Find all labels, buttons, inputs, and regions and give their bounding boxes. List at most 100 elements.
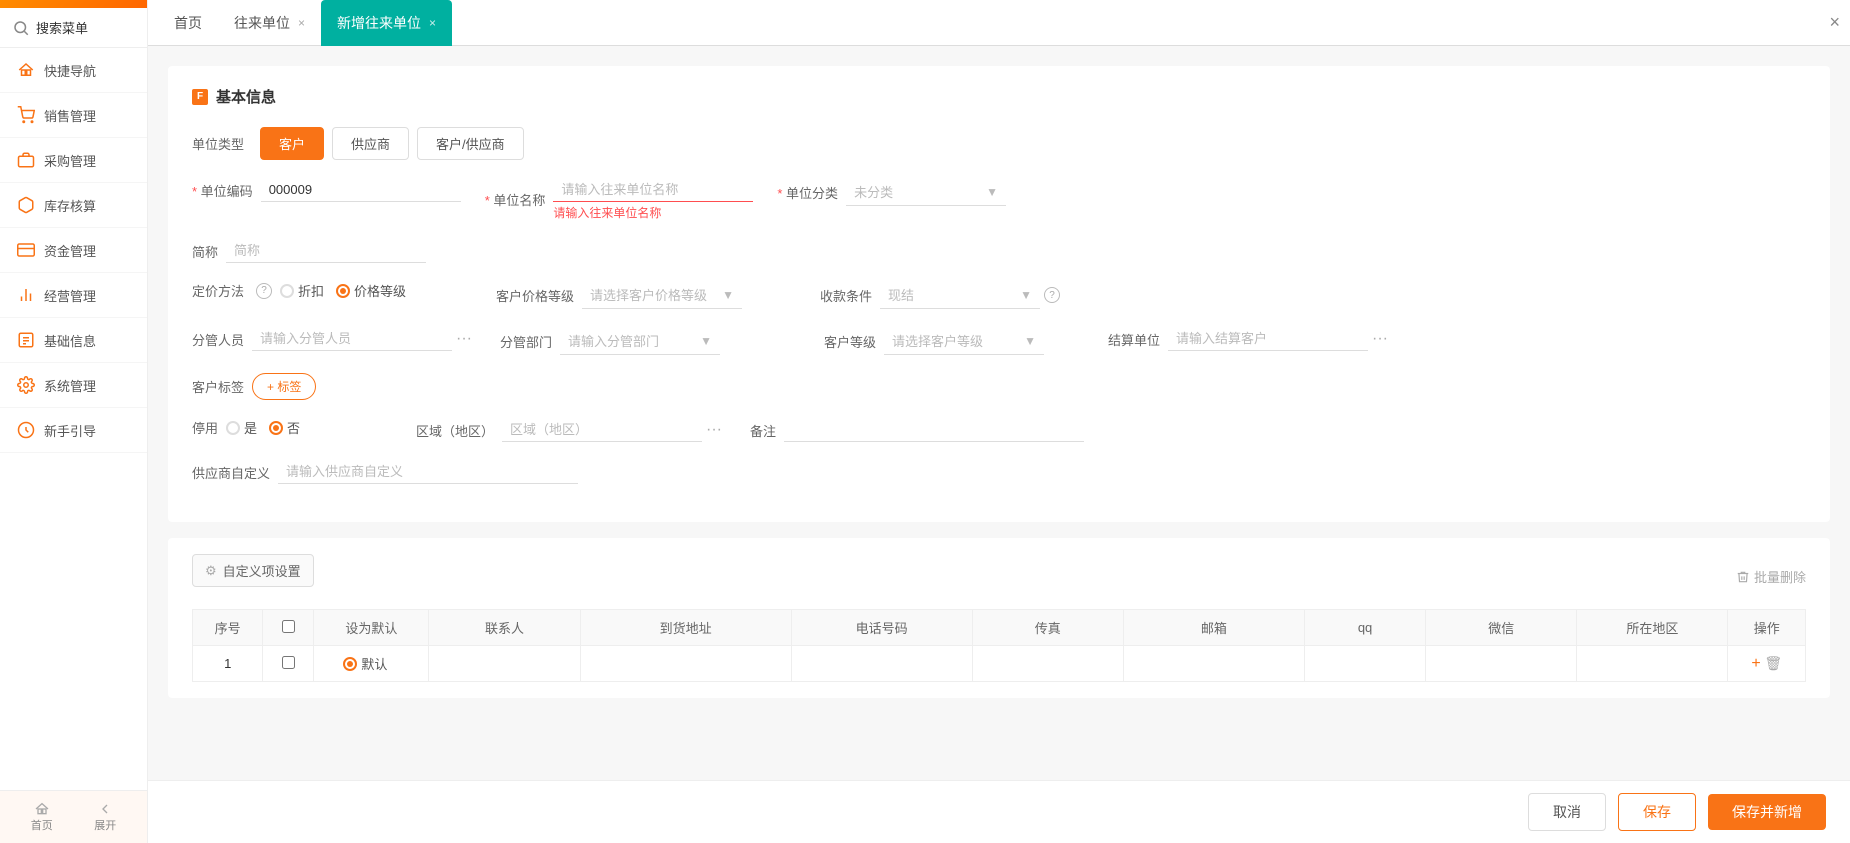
row-region-input[interactable] <box>1612 656 1692 671</box>
name-col: 请输入往来单位名称 <box>553 178 753 221</box>
gear-icon <box>16 375 36 395</box>
disabled-radio-yes[interactable]: 是 <box>226 418 257 437</box>
payment-terms-select[interactable]: 现结 ▼ <box>880 281 1040 309</box>
name-input[interactable] <box>553 178 753 202</box>
tab-partner-list-label: 往来单位 <box>234 13 290 33</box>
search-icon <box>12 19 30 37</box>
manager-dots-btn[interactable]: ··· <box>452 330 476 348</box>
email-input[interactable] <box>1164 656 1264 671</box>
row-region <box>1577 646 1728 682</box>
pricing-help-icon[interactable]: ? <box>256 283 272 299</box>
disabled-radio-no[interactable]: 否 <box>269 418 300 437</box>
short-name-item: 简称 <box>192 239 426 263</box>
tab-bar: 首页 往来单位 × 新增往来单位 × × <box>148 0 1850 46</box>
manager-label: 分管人员 <box>192 330 244 349</box>
sidebar-item-system[interactable]: 系统管理 <box>0 363 147 408</box>
unit-type-customer-btn[interactable]: 客户 <box>260 127 324 160</box>
sidebar-item-sales[interactable]: 销售管理 <box>0 93 147 138</box>
sidebar-item-label: 新手引导 <box>44 421 96 440</box>
tab-bar-close-btn[interactable]: × <box>1829 12 1840 33</box>
tab-new-partner[interactable]: 新增往来单位 × <box>321 0 452 46</box>
sidebar-search-label: 搜索菜单 <box>36 18 88 37</box>
save-button[interactable]: 保存 <box>1618 793 1696 831</box>
cancel-button[interactable]: 取消 <box>1528 793 1606 831</box>
address-input[interactable] <box>626 656 746 671</box>
settlement-input[interactable] <box>1168 327 1368 351</box>
add-tag-btn[interactable]: + 标签 <box>252 373 316 400</box>
pricing-radio-level[interactable]: 价格等级 <box>336 281 406 300</box>
sidebar-top-accent <box>0 0 147 8</box>
payment-terms-item: 收款条件 现结 ▼ ? <box>820 281 1060 309</box>
customer-level-select[interactable]: 请选择客户等级 ▼ <box>884 327 1044 355</box>
sidebar-item-operations[interactable]: 经营管理 <box>0 273 147 318</box>
sidebar-item-label: 资金管理 <box>44 241 96 260</box>
region-input[interactable] <box>502 418 702 442</box>
settlement-dots-btn[interactable]: ··· <box>1368 330 1392 348</box>
qq-input[interactable] <box>1335 656 1395 671</box>
supplier-custom-label: 供应商自定义 <box>192 463 270 482</box>
save-new-button[interactable]: 保存并新增 <box>1708 794 1826 830</box>
section-title: F 基本信息 <box>192 86 1806 107</box>
contact-input[interactable] <box>465 656 545 671</box>
select-all-checkbox[interactable] <box>282 620 295 633</box>
chevron-down-icon: ▼ <box>1024 334 1036 348</box>
short-name-input[interactable] <box>226 239 426 263</box>
phone-input[interactable] <box>832 656 932 671</box>
unit-type-both-btn[interactable]: 客户/供应商 <box>417 127 524 160</box>
sidebar-item-purchase[interactable]: 采购管理 <box>0 138 147 183</box>
basic-info-section: F 基本信息 单位类型 客户 供应商 客户/供应商 单位编码 单位名称 <box>168 66 1830 522</box>
unit-type-supplier-btn[interactable]: 供应商 <box>332 127 409 160</box>
col-region: 所在地区 <box>1577 610 1728 646</box>
code-input[interactable] <box>261 178 461 202</box>
row-contact <box>429 646 580 682</box>
payment-terms-help-icon[interactable]: ? <box>1044 287 1060 303</box>
row-add-btn[interactable]: + <box>1751 655 1760 673</box>
customer-price-select[interactable]: 请选择客户价格等级 ▼ <box>582 281 742 309</box>
region-dots-btn[interactable]: ··· <box>702 421 726 439</box>
wechat-input[interactable] <box>1461 656 1541 671</box>
tags-item: 客户标签 + 标签 <box>192 373 392 400</box>
custom-settings-btn[interactable]: ⚙ 自定义项设置 <box>192 554 314 587</box>
col-fax: 传真 <box>972 610 1123 646</box>
delete-icon <box>1736 570 1750 584</box>
pricing-item: 定价方法 ? 折扣 价格等级 <box>192 281 472 300</box>
content-area: F 基本信息 单位类型 客户 供应商 客户/供应商 单位编码 单位名称 <box>148 46 1850 780</box>
supplier-custom-input[interactable] <box>278 460 578 484</box>
sidebar-item-basic-info[interactable]: 基础信息 <box>0 318 147 363</box>
batch-delete-btn[interactable]: 批量删除 <box>1736 567 1806 586</box>
sidebar-item-inventory[interactable]: 库存核算 <box>0 183 147 228</box>
category-select[interactable]: 未分类 ▼ <box>846 178 1006 206</box>
fax-input[interactable] <box>1008 656 1088 671</box>
table-section: ⚙ 自定义项设置 批量删除 序号 设为默认 联系人 到货地址 电话号 <box>168 538 1830 698</box>
tab-new-partner-label: 新增往来单位 <box>337 13 421 33</box>
manager-input[interactable] <box>252 327 452 351</box>
row-checkbox-input[interactable] <box>282 656 295 669</box>
sidebar-item-quick-nav[interactable]: 快捷导航 <box>0 48 147 93</box>
pricing-radio-group: 折扣 价格等级 <box>280 281 418 300</box>
sidebar-search[interactable]: 搜索菜单 <box>0 8 147 48</box>
pricing-radio-discount[interactable]: 折扣 <box>280 281 324 300</box>
row-delete-btn[interactable]: 🗑 <box>1764 655 1782 672</box>
sidebar-bottom: 首页 展开 <box>0 790 147 843</box>
payment-terms-label: 收款条件 <box>820 286 872 305</box>
remarks-input[interactable] <box>784 418 1084 442</box>
tab-partner-list-close[interactable]: × <box>298 16 305 30</box>
col-wechat: 微信 <box>1426 610 1577 646</box>
custom-settings-label: 自定义项设置 <box>223 561 301 580</box>
chevron-down-icon: ▼ <box>722 288 734 302</box>
unit-type-row: 单位类型 客户 供应商 客户/供应商 <box>192 127 1806 160</box>
sidebar-item-guide[interactable]: 新手引导 <box>0 408 147 453</box>
sidebar-bottom-expand[interactable]: 展开 <box>74 801 138 833</box>
chevron-down-icon: ▼ <box>700 334 712 348</box>
sidebar-item-finance[interactable]: 资金管理 <box>0 228 147 273</box>
sidebar-bottom-home[interactable]: 首页 <box>10 801 74 833</box>
row-wechat <box>1426 646 1577 682</box>
tab-home[interactable]: 首页 <box>158 0 218 46</box>
region-item: 区域（地区） ··· <box>416 418 726 442</box>
tab-partner-list[interactable]: 往来单位 × <box>218 0 321 46</box>
department-select[interactable]: 请输入分管部门 ▼ <box>560 327 720 355</box>
row-default-radio[interactable]: 默认 <box>324 654 406 673</box>
col-default: 设为默认 <box>314 610 429 646</box>
tab-new-partner-close[interactable]: × <box>429 16 436 30</box>
default-radio-circle <box>343 657 357 671</box>
